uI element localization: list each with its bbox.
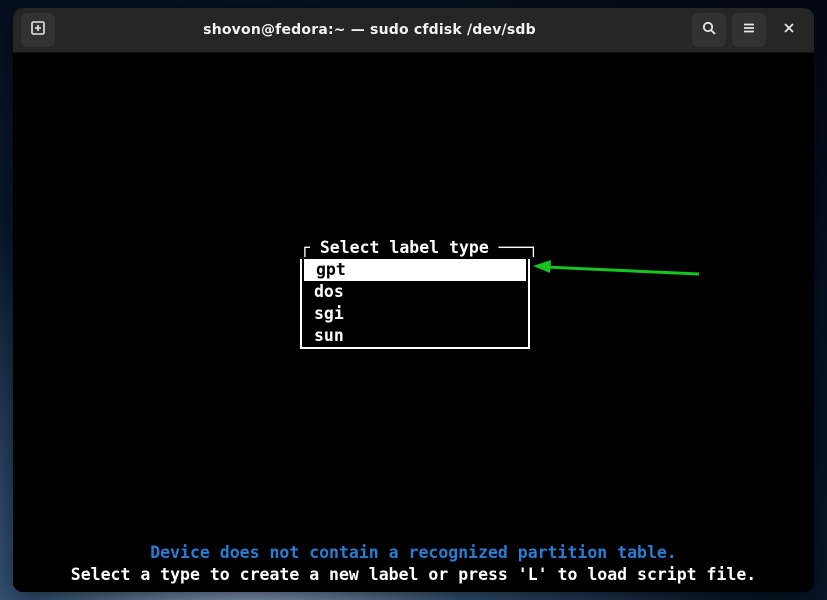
label-option-sun[interactable]: sun — [302, 325, 528, 347]
label-option-sgi[interactable]: sgi — [302, 303, 528, 325]
hamburger-icon — [741, 20, 757, 40]
new-tab-icon — [30, 20, 46, 40]
terminal-content[interactable]: ┌ Select label type ───┐ gpt dos sgi sun… — [13, 53, 814, 592]
status-warning: Device does not contain a recognized par… — [13, 542, 814, 564]
search-icon — [701, 20, 717, 40]
label-option-dos[interactable]: dos — [302, 281, 528, 303]
close-button[interactable] — [772, 13, 806, 47]
label-option-gpt[interactable]: gpt — [304, 259, 526, 281]
window-title: shovon@fedora:~ — sudo cfdisk /dev/sdb — [61, 22, 686, 38]
status-instruction: Select a type to create a new label or p… — [13, 564, 814, 586]
status-footer: Device does not contain a recognized par… — [13, 542, 814, 586]
annotation-arrow — [531, 260, 701, 280]
dialog-border-dash-left: ┌ — [300, 237, 320, 259]
window-titlebar: shovon@fedora:~ — sudo cfdisk /dev/sdb — [13, 8, 814, 53]
search-button[interactable] — [692, 13, 726, 47]
close-icon — [781, 20, 797, 40]
dialog-title: Select label type — [320, 237, 489, 259]
dialog-title-row: ┌ Select label type ───┐ — [300, 237, 530, 259]
menu-button[interactable] — [732, 13, 766, 47]
label-type-dialog: ┌ Select label type ───┐ gpt dos sgi sun — [300, 237, 530, 349]
dialog-border-dash-right: ───┐ — [489, 237, 539, 259]
new-tab-button[interactable] — [21, 13, 55, 47]
dialog-body: gpt dos sgi sun — [300, 259, 530, 349]
terminal-window: shovon@fedora:~ — sudo cfdisk /dev/sdb — [13, 8, 814, 592]
